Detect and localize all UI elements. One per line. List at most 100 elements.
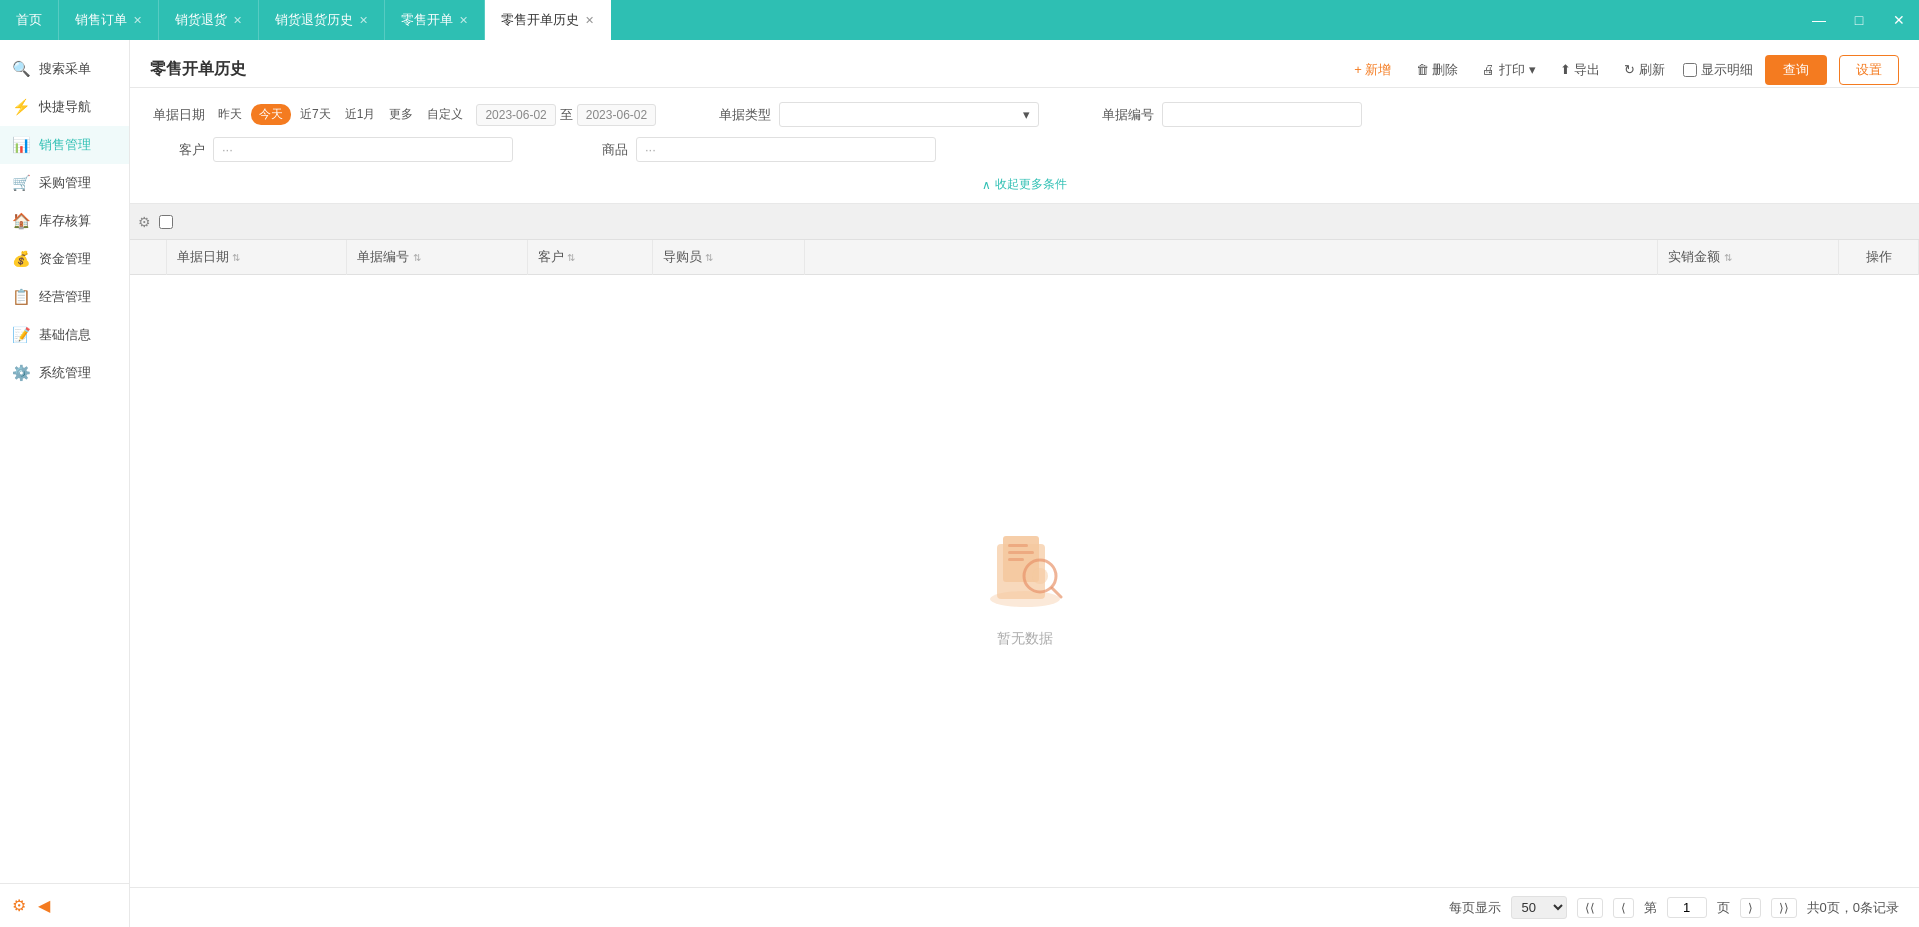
date-btn-week[interactable]: 近7天 [295, 104, 336, 125]
add-button[interactable]: + 新增 [1348, 57, 1397, 83]
date-btn-more[interactable]: 更多 [384, 104, 418, 125]
close-icon[interactable]: ✕ [233, 14, 242, 27]
page-input[interactable] [1667, 897, 1707, 918]
search-icon: 🔍 [12, 60, 31, 78]
sort-icon-amount[interactable]: ⇅ [1724, 252, 1732, 263]
goods-field: 商品 ··· [573, 137, 936, 162]
date-btn-custom[interactable]: 自定义 [422, 104, 468, 125]
inventory-icon: 🏠 [12, 212, 31, 230]
set-button[interactable]: 设置 [1839, 55, 1899, 85]
date-btn-today[interactable]: 今天 [251, 104, 291, 125]
th-no-label: 单据编号 [357, 249, 409, 264]
th-customer-label: 客户 [538, 249, 564, 264]
delete-button[interactable]: 🗑 删除 [1410, 57, 1465, 83]
th-salesperson-label: 导购员 [663, 249, 702, 264]
search-row-2: 客户 ··· 商品 ··· [150, 137, 1899, 162]
print-button[interactable]: 🖨 打印 ▾ [1476, 57, 1542, 83]
sidebar-item-finance[interactable]: 💰 资金管理 [0, 240, 129, 278]
window-max-button[interactable]: □ [1839, 0, 1879, 40]
sort-icon-date[interactable]: ⇅ [232, 252, 240, 263]
sidebar-item-purchase[interactable]: 🛒 采购管理 [0, 164, 129, 202]
page-suffix: 页 [1717, 899, 1730, 917]
empty-svg [975, 514, 1075, 614]
window-min-button[interactable]: — [1799, 0, 1839, 40]
th-customer[interactable]: 客户 ⇅ [527, 240, 652, 275]
sidebar-item-quick-nav[interactable]: ⚡ 快捷导航 [0, 88, 129, 126]
th-date-label: 单据日期 [177, 249, 229, 264]
content-area: 零售开单历史 + 新增 🗑 删除 🖨 打印 ▾ ⬆ 导出 ↻ 刷新 [130, 40, 1919, 927]
close-icon[interactable]: ✕ [585, 14, 594, 27]
doc-type-select[interactable]: ▾ [779, 102, 1039, 127]
page-header: 零售开单历史 + 新增 🗑 删除 🖨 打印 ▾ ⬆ 导出 ↻ 刷新 [130, 40, 1919, 88]
sidebar-collapse-icon[interactable]: ◀ [38, 896, 50, 915]
tab-sales-return[interactable]: 销货退货 ✕ [159, 0, 259, 40]
sidebar-item-search[interactable]: 🔍 搜索采单 [0, 50, 129, 88]
customer-input[interactable]: ··· [213, 137, 513, 162]
doc-no-input[interactable] [1162, 102, 1362, 127]
date-from-display[interactable]: 2023-06-02 [476, 104, 555, 126]
tab-sales-return-history[interactable]: 销货退货历史 ✕ [259, 0, 385, 40]
th-salesperson[interactable]: 导购员 ⇅ [652, 240, 805, 275]
close-icon[interactable]: ✕ [359, 14, 368, 27]
doc-type-field: 单据类型 ▾ [716, 102, 1039, 127]
first-page-button[interactable]: ⟨⟨ [1577, 898, 1603, 918]
sidebar-item-sales[interactable]: 📊 销售管理 [0, 126, 129, 164]
date-to-display[interactable]: 2023-06-02 [577, 104, 656, 126]
display-detail-checkbox[interactable]: 显示明细 [1683, 61, 1753, 79]
tab-sales-order[interactable]: 销售订单 ✕ [59, 0, 159, 40]
sidebar-item-basic[interactable]: 📝 基础信息 [0, 316, 129, 354]
page-label: 第 [1644, 899, 1657, 917]
sort-icon-no[interactable]: ⇅ [413, 252, 421, 263]
sort-icon-customer[interactable]: ⇅ [567, 252, 575, 263]
sidebar-item-system[interactable]: ⚙️ 系统管理 [0, 354, 129, 392]
data-table: 单据日期 ⇅ 单据编号 ⇅ 客户 ⇅ 导购员 [130, 240, 1919, 275]
sidebar-bottom: ⚙ ◀ [0, 883, 129, 927]
doc-no-field: 单据编号 [1099, 102, 1362, 127]
collapse-bar[interactable]: ∧ 收起更多条件 [150, 172, 1899, 197]
last-page-button[interactable]: ⟩⟩ [1771, 898, 1797, 918]
next-page-button[interactable]: ⟩ [1740, 898, 1761, 918]
sort-icon-salesperson[interactable]: ⇅ [705, 252, 713, 263]
svg-rect-5 [1008, 558, 1024, 561]
sidebar-item-inventory[interactable]: 🏠 库存核算 [0, 202, 129, 240]
table-container: ⚙ 单据日期 ⇅ 单据编号 ⇅ [130, 204, 1919, 887]
tab-retail-open[interactable]: 零售开单 ✕ [385, 0, 485, 40]
prev-page-button[interactable]: ⟨ [1613, 898, 1634, 918]
th-date[interactable]: 单据日期 ⇅ [166, 240, 347, 275]
customer-label: 客户 [150, 141, 205, 159]
total-info: 共0页，0条记录 [1807, 899, 1899, 917]
print-dropdown-icon[interactable]: ▾ [1529, 62, 1536, 77]
export-button[interactable]: ⬆ 导出 [1554, 57, 1607, 83]
display-detail-check[interactable] [1683, 63, 1697, 77]
th-no[interactable]: 单据编号 ⇅ [347, 240, 528, 275]
date-btn-yesterday[interactable]: 昨天 [213, 104, 247, 125]
refresh-button[interactable]: ↻ 刷新 [1618, 57, 1671, 83]
table-toolbar: ⚙ [130, 204, 1919, 240]
date-btn-month[interactable]: 近1月 [340, 104, 381, 125]
top-tabbar: 首页 销售订单 ✕ 销货退货 ✕ 销货退货历史 ✕ 零售开单 ✕ 零售开单历史 … [0, 0, 1919, 40]
select-all-checkbox[interactable] [159, 215, 173, 229]
quick-nav-icon: ⚡ [12, 98, 31, 116]
per-page-select[interactable]: 50 10 20 100 [1511, 896, 1567, 919]
th-amount[interactable]: 实销金额 ⇅ [1658, 240, 1839, 275]
ops-icon: 📋 [12, 288, 31, 306]
empty-illustration [975, 514, 1075, 614]
settings-gear-icon[interactable]: ⚙ [12, 896, 26, 915]
table-settings-icon[interactable]: ⚙ [138, 214, 151, 230]
purchase-icon: 🛒 [12, 174, 31, 192]
window-controls: — □ ✕ [1799, 0, 1919, 40]
close-icon[interactable]: ✕ [459, 14, 468, 27]
tab-retail-open-history[interactable]: 零售开单历史 ✕ [485, 0, 611, 40]
doc-type-label: 单据类型 [716, 106, 771, 124]
sales-icon: 📊 [12, 136, 31, 154]
window-close-button[interactable]: ✕ [1879, 0, 1919, 40]
goods-input[interactable]: ··· [636, 137, 936, 162]
sidebar: 🔍 搜索采单 ⚡ 快捷导航 📊 销售管理 🛒 采购管理 🏠 库存核算 💰 资金管… [0, 40, 130, 927]
sidebar-item-ops[interactable]: 📋 经营管理 [0, 278, 129, 316]
close-icon[interactable]: ✕ [133, 14, 142, 27]
pagination-bar: 每页显示 50 10 20 100 ⟨⟨ ⟨ 第 页 ⟩ ⟩⟩ 共0页，0条记录 [130, 887, 1919, 927]
query-button[interactable]: 查询 [1765, 55, 1827, 85]
tab-home[interactable]: 首页 [0, 0, 59, 40]
date-range-buttons: 昨天 今天 近7天 近1月 更多 自定义 [213, 104, 468, 125]
goods-label: 商品 [573, 141, 628, 159]
